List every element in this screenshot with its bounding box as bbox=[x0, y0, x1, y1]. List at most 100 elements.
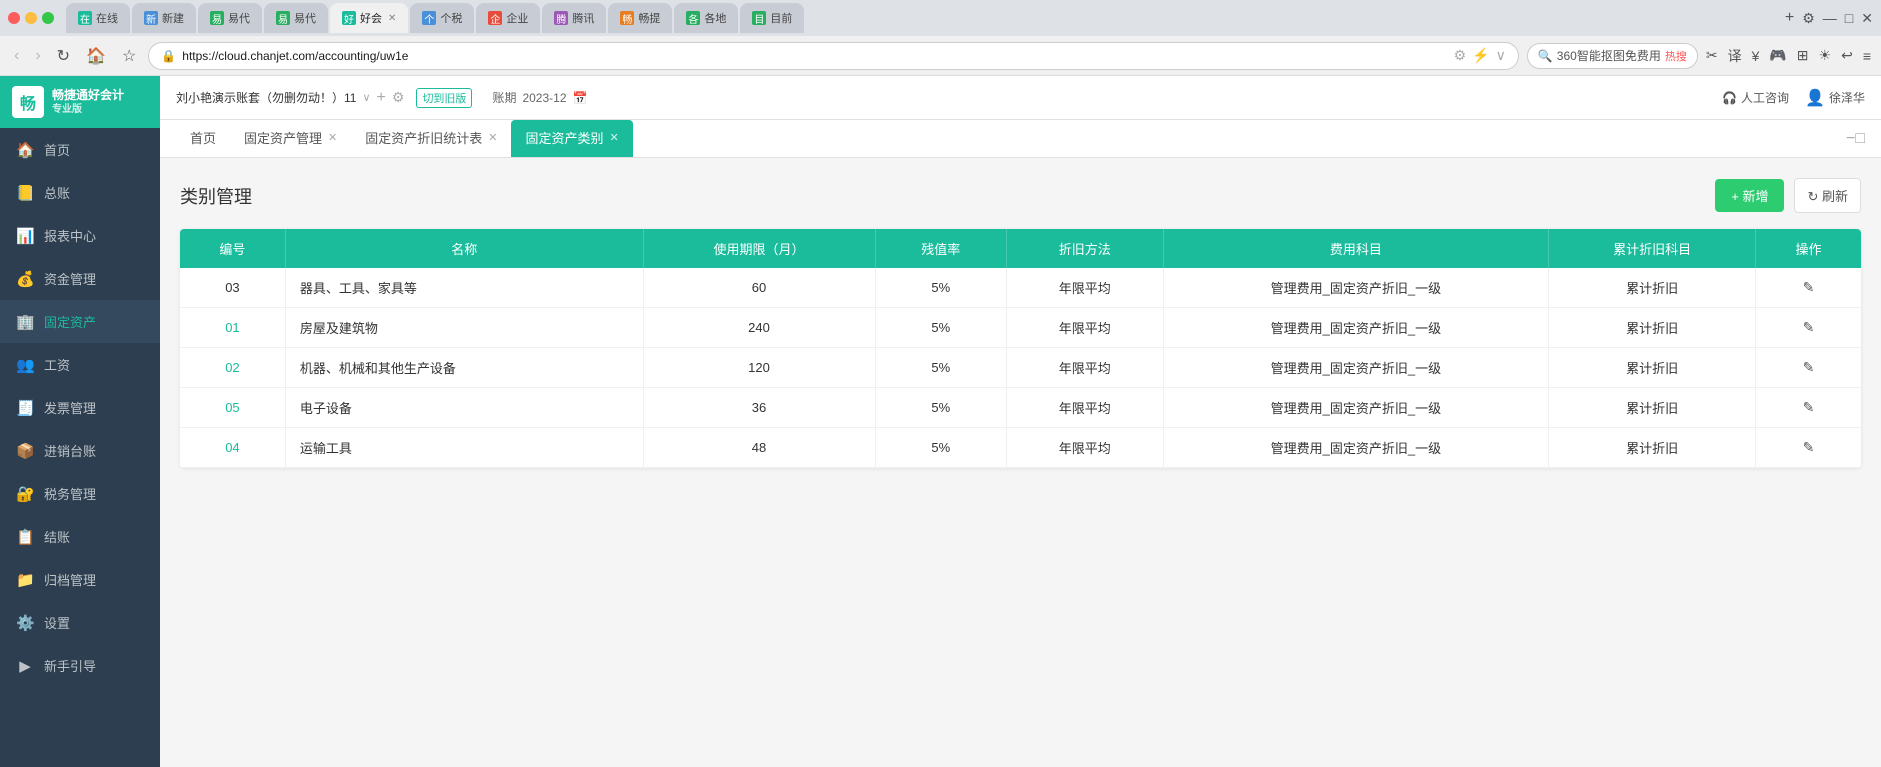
residual-cell-4: 5% bbox=[875, 428, 1006, 468]
sidebar-item-tax[interactable]: 🔐税务管理 bbox=[0, 472, 160, 515]
consulting-link[interactable]: 🎧 人工咨询 bbox=[1722, 89, 1789, 106]
new-tab-btn[interactable]: + bbox=[1785, 9, 1794, 27]
minimize-btn[interactable]: — bbox=[1823, 10, 1837, 26]
add-company-btn[interactable]: + bbox=[377, 89, 386, 107]
page-tab-close-1[interactable]: ✕ bbox=[328, 131, 337, 144]
tab-area-maximize-btn[interactable]: □ bbox=[1855, 130, 1865, 148]
period-cell-1: 240 bbox=[643, 308, 875, 348]
sidebar-item-invoices[interactable]: 🧾发票管理 bbox=[0, 386, 160, 429]
sidebar-item-closing[interactable]: 📋结账 bbox=[0, 515, 160, 558]
edit-icon-3[interactable]: ✎ bbox=[1803, 399, 1815, 415]
sidebar-item-funds[interactable]: 💰资金管理 bbox=[0, 257, 160, 300]
action-cell-2[interactable]: ✎ bbox=[1756, 348, 1861, 388]
bookmark-btn[interactable]: ☆ bbox=[118, 46, 140, 66]
edit-icon-1[interactable]: ✎ bbox=[1803, 319, 1815, 335]
menu-icon[interactable]: ≡ bbox=[1863, 48, 1871, 64]
sidebar-item-purchase-sales[interactable]: 📦进销台账 bbox=[0, 429, 160, 472]
browser-tab-2[interactable]: 易易代 bbox=[198, 3, 262, 33]
address-box[interactable]: 🔒 https://cloud.chanjet.com/accounting/u… bbox=[148, 42, 1519, 70]
browser-tab-4[interactable]: 好好会✕ bbox=[330, 3, 408, 33]
action-cell-0[interactable]: ✎ bbox=[1756, 268, 1861, 308]
refresh-btn[interactable]: ↻ 刷新 bbox=[1794, 178, 1861, 213]
tab-label-5: 个税 bbox=[440, 10, 462, 26]
browser-tab-bar: 在在线新新建易易代易易代好好会✕个个税企企业腾腾讯畅畅提各各地目目前 bbox=[66, 3, 1781, 33]
browser-tab-1[interactable]: 新新建 bbox=[132, 3, 196, 33]
sidebar-item-home[interactable]: 🏠首页 bbox=[0, 128, 160, 171]
version-switch-btn[interactable]: 切到旧版 bbox=[416, 88, 472, 108]
page-tab-close-3[interactable]: ✕ bbox=[610, 131, 619, 144]
action-cell-4[interactable]: ✎ bbox=[1756, 428, 1861, 468]
currency-icon[interactable]: ¥ bbox=[1752, 48, 1760, 64]
page-tab-2[interactable]: 固定资产折旧统计表✕ bbox=[351, 120, 511, 157]
page-tab-3[interactable]: 固定资产类别✕ bbox=[511, 120, 632, 157]
scissors-icon[interactable]: ✂ bbox=[1706, 47, 1718, 64]
calendar-icon[interactable]: 📅 bbox=[573, 91, 588, 105]
sidebar-item-payroll[interactable]: 👥工资 bbox=[0, 343, 160, 386]
browser-tab-6[interactable]: 企企业 bbox=[476, 3, 540, 33]
accumulated-cell-2: 累计折旧 bbox=[1549, 348, 1756, 388]
game-icon[interactable]: 🎮 bbox=[1769, 47, 1786, 64]
search-box[interactable]: 🔍 360智能抠图免费用 热搜 bbox=[1527, 43, 1698, 69]
table-body: 03器具、工具、家具等605%年限平均管理费用_固定资产折旧_一级累计折旧✎01… bbox=[180, 268, 1861, 468]
reload-btn[interactable]: ↻ bbox=[53, 46, 74, 66]
back-btn[interactable]: ‹ bbox=[10, 47, 23, 65]
ssl-icon: 🔒 bbox=[161, 49, 176, 63]
home-btn[interactable]: 🏠 bbox=[82, 46, 110, 66]
sidebar-icon-purchase-sales: 📦 bbox=[16, 442, 34, 460]
tab-settings-btn[interactable]: ⚙ bbox=[1802, 10, 1815, 27]
table-row-3: 05电子设备365%年限平均管理费用_固定资产折旧_一级累计折旧✎ bbox=[180, 388, 1861, 428]
tab-favicon-3: 易 bbox=[276, 11, 290, 25]
page-tab-close-2[interactable]: ✕ bbox=[488, 131, 497, 144]
brightness-icon[interactable]: ☀ bbox=[1819, 47, 1832, 64]
forward-btn[interactable]: › bbox=[31, 47, 44, 65]
grid-icon[interactable]: ⊞ bbox=[1797, 47, 1809, 64]
edit-icon-0[interactable]: ✎ bbox=[1803, 279, 1815, 295]
period-cell-3: 36 bbox=[643, 388, 875, 428]
restore-btn[interactable]: □ bbox=[1845, 10, 1853, 26]
tab-close-btn-4[interactable]: ✕ bbox=[388, 13, 396, 24]
sidebar-label-invoices: 发票管理 bbox=[44, 398, 96, 417]
action-cell-3[interactable]: ✎ bbox=[1756, 388, 1861, 428]
user-profile[interactable]: 👤 徐泽华 bbox=[1805, 88, 1865, 108]
tab-label-3: 易代 bbox=[294, 10, 316, 26]
code-link-3[interactable]: 05 bbox=[225, 400, 239, 415]
code-link-2[interactable]: 02 bbox=[225, 360, 239, 375]
browser-tab-8[interactable]: 畅畅提 bbox=[608, 3, 672, 33]
tab-favicon-4: 好 bbox=[342, 11, 356, 25]
column-header-4: 折旧方法 bbox=[1007, 229, 1164, 268]
browser-tab-9[interactable]: 各各地 bbox=[674, 3, 738, 33]
edit-icon-4[interactable]: ✎ bbox=[1803, 439, 1815, 455]
sidebar-item-ledger[interactable]: 📒总账 bbox=[0, 171, 160, 214]
browser-tab-10[interactable]: 目目前 bbox=[740, 3, 804, 33]
browser-tab-3[interactable]: 易易代 bbox=[264, 3, 328, 33]
address-text: https://cloud.chanjet.com/accounting/uw1… bbox=[182, 49, 1447, 63]
settings-company-btn[interactable]: ⚙ bbox=[392, 89, 405, 106]
method-cell-4: 年限平均 bbox=[1007, 428, 1164, 468]
sidebar-item-settings[interactable]: ⚙️设置 bbox=[0, 601, 160, 644]
column-header-0: 编号 bbox=[180, 229, 285, 268]
browser-tab-7[interactable]: 腾腾讯 bbox=[542, 3, 606, 33]
sidebar-item-guide[interactable]: ▶新手引导 bbox=[0, 644, 160, 687]
code-link-1[interactable]: 01 bbox=[225, 320, 239, 335]
code-link-4[interactable]: 04 bbox=[225, 440, 239, 455]
code-cell-3: 05 bbox=[180, 388, 285, 428]
action-cell-1[interactable]: ✎ bbox=[1756, 308, 1861, 348]
browser-tab-5[interactable]: 个个税 bbox=[410, 3, 474, 33]
sidebar-item-reports[interactable]: 📊报表中心 bbox=[0, 214, 160, 257]
close-btn[interactable]: ✕ bbox=[1861, 10, 1873, 27]
translate-icon[interactable]: 译 bbox=[1728, 46, 1742, 66]
tab-area-minimize-btn[interactable]: − bbox=[1846, 130, 1855, 148]
history-icon[interactable]: ↩ bbox=[1841, 47, 1853, 64]
edit-icon-2[interactable]: ✎ bbox=[1803, 359, 1815, 375]
sidebar-item-archive[interactable]: 📁归档管理 bbox=[0, 558, 160, 601]
sidebar-item-fixed-assets[interactable]: 🏢固定资产 bbox=[0, 300, 160, 343]
browser-tab-0[interactable]: 在在线 bbox=[66, 3, 130, 33]
sidebar-label-closing: 结账 bbox=[44, 527, 70, 546]
close-window-btn[interactable] bbox=[8, 12, 20, 24]
maximize-window-btn[interactable] bbox=[42, 12, 54, 24]
page-tab-0[interactable]: 首页 bbox=[176, 120, 230, 157]
add-category-btn[interactable]: + 新增 bbox=[1715, 179, 1784, 212]
minimize-window-btn[interactable] bbox=[25, 12, 37, 24]
content-area: 类别管理 + 新增 ↻ 刷新 编号名称使用期限（月）残值率折旧方法费用科目累计折… bbox=[160, 158, 1881, 767]
page-tab-1[interactable]: 固定资产管理✕ bbox=[230, 120, 351, 157]
